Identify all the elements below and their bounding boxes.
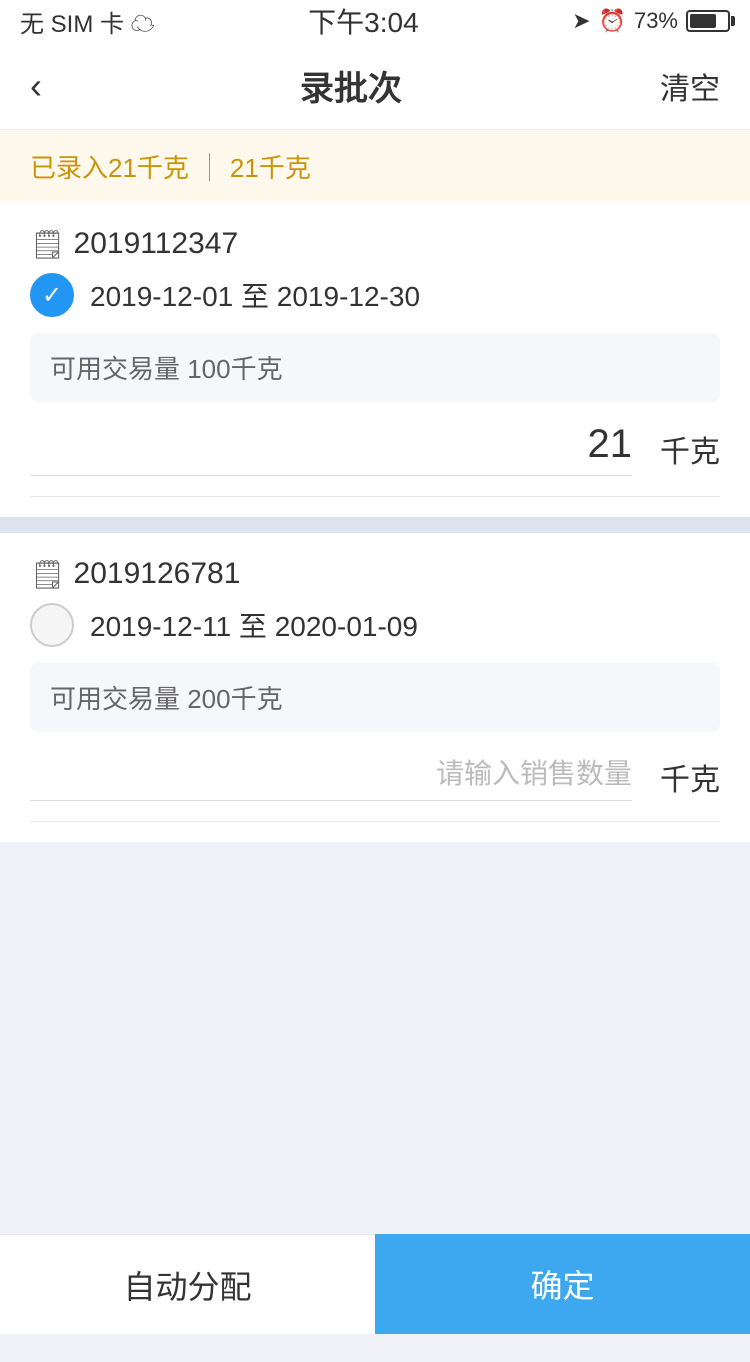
battery-indicator [686,10,730,32]
location-icon: ➤ [572,8,590,34]
auto-distribute-label: 自动分配 [123,1262,251,1308]
quantity-placeholder-2: 请输入销售数量 [436,752,632,792]
quantity-value-1: 21 [588,422,633,467]
batch-id-2: 2019126781 [74,557,241,591]
batch-date-1: 2019-12-01 至 2019-12-30 [90,275,420,315]
summary-bar: 已录入21千克 21千克 [0,130,750,203]
summary-divider [209,153,210,181]
batch-doc-icon-1: 🗒 [30,228,66,261]
quantity-input-1[interactable]: 21 [30,422,632,476]
summary-value: 21千克 [230,148,311,185]
batch-available-1: 可用交易量 100千克 [30,333,720,402]
battery-percent: 73% [634,8,678,34]
quantity-unit-2: 千克 [660,755,720,799]
confirm-label: 确定 [530,1261,594,1307]
auto-distribute-button[interactable]: 自动分配 [0,1234,375,1334]
section-divider [0,517,750,533]
status-bar: 无 SIM 卡 ☁ 下午3:04 ➤ ⏰ 73% [0,0,750,42]
summary-label: 已录入21千克 [30,148,189,185]
page-title: 录批次 [300,61,402,110]
status-right: ➤ ⏰ 73% [572,8,730,34]
quantity-row-1: 21 千克 [0,402,750,476]
alarm-icon: ⏰ [599,8,626,34]
status-left: 无 SIM 卡 ☁ [20,4,155,39]
nav-bar: ‹ 录批次 清空 [0,42,750,130]
quantity-row-2: 请输入销售数量 千克 [0,732,750,801]
batch-date-2: 2019-12-11 至 2020-01-09 [90,605,418,645]
clear-button[interactable]: 清空 [660,64,720,108]
batch-id-row-1: 🗒 2019112347 [30,227,720,261]
status-time: 下午3:04 [308,1,419,41]
batch-item-2: 🗒 2019126781 2019-12-11 至 2020-01-09 可用交… [0,533,750,842]
batch-available-2: 可用交易量 200千克 [30,663,720,732]
quantity-input-2[interactable]: 请输入销售数量 [30,752,632,801]
confirm-button[interactable]: 确定 [375,1234,750,1334]
check-icon-1: ✓ [42,281,62,310]
batch-date-row-1[interactable]: ✓ 2019-12-01 至 2019-12-30 [30,273,720,317]
footer: 自动分配 确定 [0,1234,750,1334]
batch-id-1: 2019112347 [74,227,239,261]
batch-item-1: 🗒 2019112347 ✓ 2019-12-01 至 2019-12-30 可… [0,203,750,517]
radio-button-2[interactable] [30,603,74,647]
sim-label: 无 SIM 卡 ☁ [20,4,155,39]
batch-doc-icon-2: 🗒 [30,558,66,591]
radio-button-1[interactable]: ✓ [30,273,74,317]
batch-id-row-2: 🗒 2019126781 [30,557,720,591]
back-button[interactable]: ‹ [30,65,42,107]
batch-date-row-2[interactable]: 2019-12-11 至 2020-01-09 [30,603,720,647]
quantity-unit-1: 千克 [660,427,720,471]
bottom-area [0,842,750,1262]
